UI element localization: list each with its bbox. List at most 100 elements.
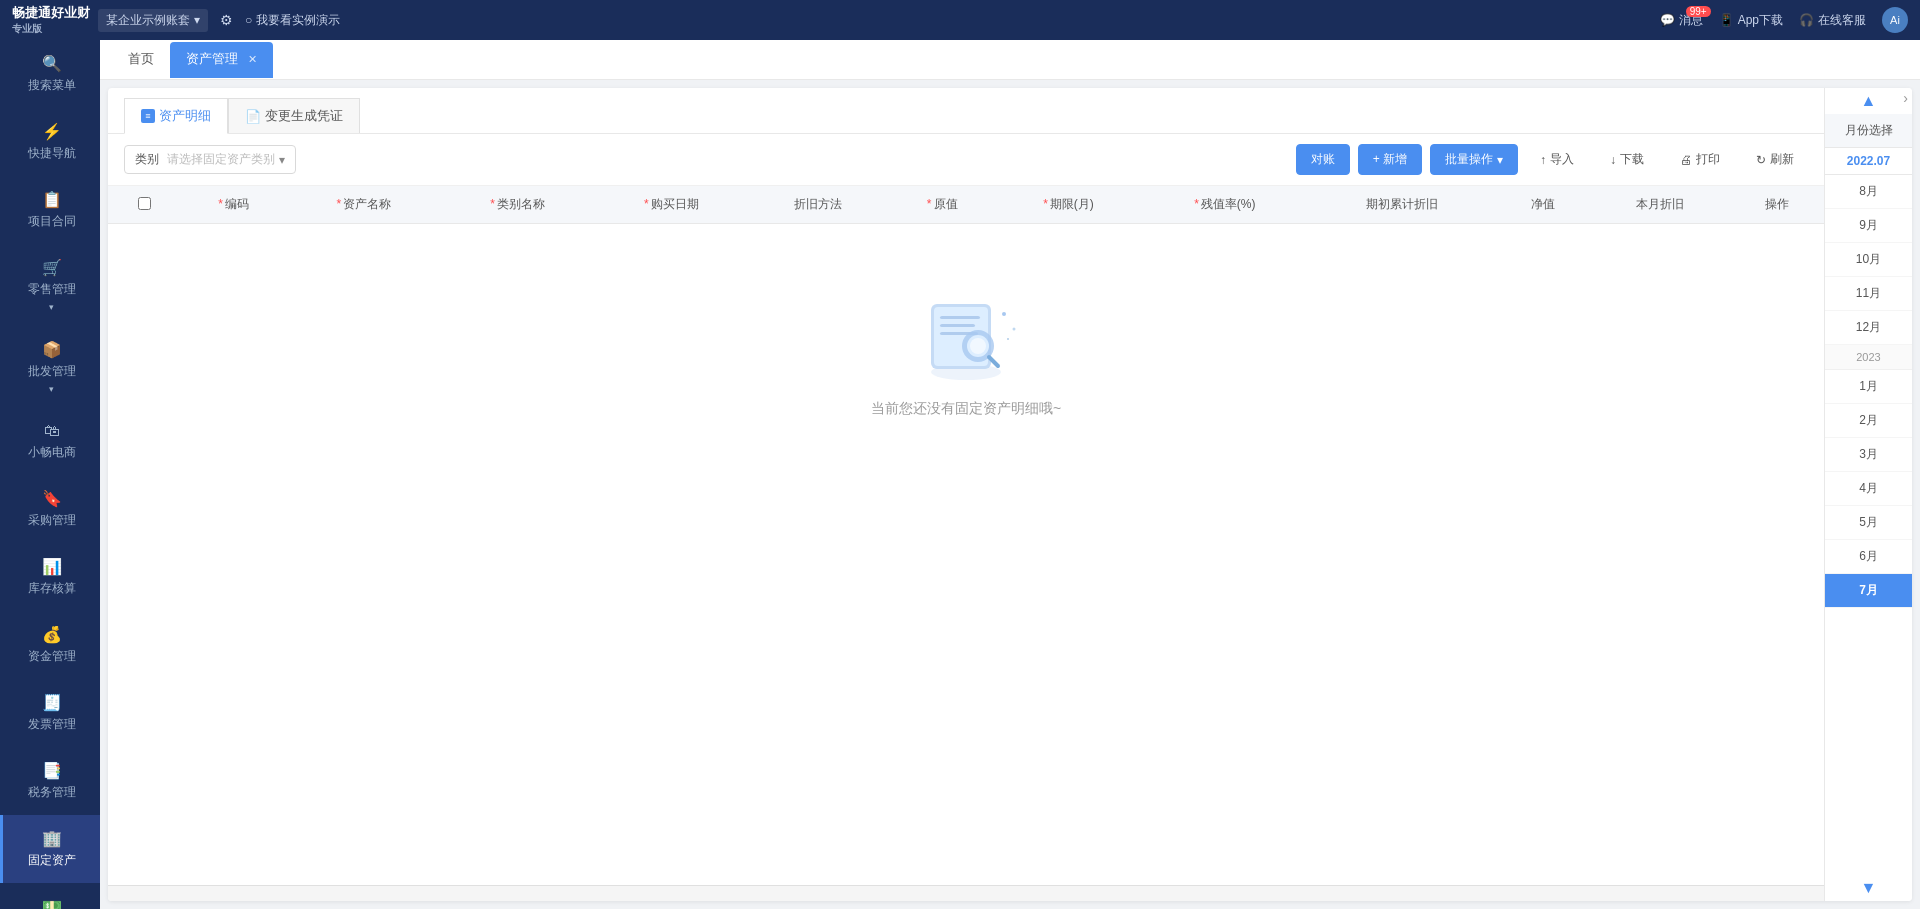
svg-rect-4 bbox=[940, 324, 975, 327]
import-label: 导入 bbox=[1550, 151, 1574, 168]
sidebar-item-inventory[interactable]: 📊 库存核算 bbox=[0, 543, 100, 611]
import-icon: ↑ bbox=[1540, 153, 1546, 167]
month-panel-up-arrow[interactable]: ▲ bbox=[1825, 88, 1912, 114]
ecommerce-icon: 🛍 bbox=[44, 422, 60, 440]
col-original-value: *原值 bbox=[889, 186, 996, 224]
settings-icon[interactable]: ⚙ bbox=[216, 8, 237, 32]
asset-detail-icon: ≡ bbox=[141, 109, 155, 123]
print-icon: 🖨 bbox=[1680, 153, 1692, 167]
sidebar-item-label: 发票管理 bbox=[28, 716, 76, 733]
filter-label: 类别 bbox=[135, 151, 159, 168]
tab-home-label: 首页 bbox=[128, 51, 154, 66]
sidebar-item-ecommerce[interactable]: 🛍 小畅电商 bbox=[0, 408, 100, 475]
batch-ops-label: 批量操作 bbox=[1445, 151, 1493, 168]
month-item-2022-12[interactable]: 12月 bbox=[1825, 311, 1912, 345]
avatar[interactable]: Ai bbox=[1882, 7, 1908, 33]
page-content: ≡ 资产明细 📄 变更生成凭证 类别 请选择固定资产类别 ▾ bbox=[108, 88, 1912, 901]
sidebar-item-label: 小畅电商 bbox=[28, 444, 76, 461]
message-icon: 💬 bbox=[1660, 13, 1675, 27]
sidebar-item-salary[interactable]: 💵 工资 bbox=[0, 883, 100, 909]
top-bar: 畅捷通好业财 专业版 某企业示例账套 ▾ ⚙ ○ 我要看实例演示 💬 消息 99… bbox=[0, 0, 1920, 40]
arrow-icon: ▾ bbox=[49, 384, 54, 394]
salary-icon: 💵 bbox=[42, 897, 62, 909]
year-divider-2023: 2023 bbox=[1825, 345, 1912, 370]
month-panel-collapse-button[interactable]: › bbox=[1903, 90, 1908, 106]
online-service-button[interactable]: 🎧 在线客服 bbox=[1799, 12, 1866, 29]
tab-home[interactable]: 首页 bbox=[112, 42, 170, 78]
online-service-label: 在线客服 bbox=[1818, 12, 1866, 29]
brand-name: 畅捷通好业财 bbox=[12, 4, 90, 22]
col-dep-method: 折旧方法 bbox=[748, 186, 889, 224]
sidebar-item-label: 快捷导航 bbox=[28, 145, 76, 162]
sidebar-item-invoice[interactable]: 🧾 发票管理 bbox=[0, 679, 100, 747]
app-icon: 📱 bbox=[1719, 13, 1734, 27]
month-item-2023-03[interactable]: 3月 bbox=[1825, 438, 1912, 472]
table-container: *编码 *资产名称 *类别名称 *购买日期 折旧方法 *原值 *期限(月) *残… bbox=[108, 186, 1824, 885]
sidebar: 🔍 搜索菜单 ⚡ 快捷导航 📋 项目合同 🛒 零售管理 ▾ 📦 批发管理 ▾ 🛍… bbox=[0, 40, 100, 909]
sidebar-item-label: 零售管理 bbox=[28, 281, 76, 298]
month-item-2022-11[interactable]: 11月 bbox=[1825, 277, 1912, 311]
asset-table: *编码 *资产名称 *类别名称 *购买日期 折旧方法 *原值 *期限(月) *残… bbox=[108, 186, 1824, 224]
brand: 畅捷通好业财 专业版 bbox=[12, 4, 90, 36]
filter-placeholder: 请选择固定资产类别 bbox=[167, 151, 275, 168]
month-item-2023-04[interactable]: 4月 bbox=[1825, 472, 1912, 506]
sidebar-item-quick-nav[interactable]: ⚡ 快捷导航 bbox=[0, 108, 100, 176]
sidebar-item-wholesale[interactable]: 📦 批发管理 ▾ bbox=[0, 326, 100, 408]
col-name: *资产名称 bbox=[287, 186, 441, 224]
col-checkbox bbox=[108, 186, 180, 224]
message-badge: 99+ bbox=[1686, 6, 1711, 17]
print-button[interactable]: 🖨 打印 bbox=[1666, 145, 1734, 174]
import-button[interactable]: ↑ 导入 bbox=[1526, 145, 1588, 174]
tab-asset-mgmt[interactable]: 资产管理 ✕ bbox=[170, 42, 273, 78]
month-item-2023-05[interactable]: 5月 bbox=[1825, 506, 1912, 540]
bottom-scroll-bar[interactable] bbox=[108, 885, 1824, 901]
month-item-2023-01[interactable]: 1月 bbox=[1825, 370, 1912, 404]
reconcile-button[interactable]: 对账 bbox=[1296, 144, 1350, 175]
col-acc-depreciation: 期初累计折旧 bbox=[1308, 186, 1496, 224]
tab-close-icon[interactable]: ✕ bbox=[248, 53, 257, 65]
month-item-2022-08[interactable]: 8月 bbox=[1825, 175, 1912, 209]
sub-tab-asset-detail[interactable]: ≡ 资产明细 bbox=[124, 98, 228, 134]
empty-text: 当前您还没有固定资产明细哦~ bbox=[871, 400, 1061, 418]
col-net-value: 净值 bbox=[1496, 186, 1590, 224]
refresh-button[interactable]: ↻ 刷新 bbox=[1742, 145, 1808, 174]
col-code: *编码 bbox=[180, 186, 287, 224]
month-list: 8月 9月 10月 11月 12月 2023 1月 2月 3月 4月 5月 6月… bbox=[1825, 175, 1912, 875]
brand-sub: 专业版 bbox=[12, 22, 90, 36]
month-panel-down-arrow[interactable]: ▼ bbox=[1825, 875, 1912, 901]
col-monthly-dep: 本月折旧 bbox=[1589, 186, 1730, 224]
batch-ops-button[interactable]: 批量操作 ▾ bbox=[1430, 144, 1518, 175]
sidebar-item-fixed-assets[interactable]: 🏢 固定资产 bbox=[0, 815, 100, 883]
app-download-button[interactable]: 📱 App下载 bbox=[1719, 12, 1783, 29]
sidebar-item-tax[interactable]: 📑 税务管理 bbox=[0, 747, 100, 815]
sidebar-item-retail[interactable]: 🛒 零售管理 ▾ bbox=[0, 244, 100, 326]
add-new-button[interactable]: + 新增 bbox=[1358, 144, 1422, 175]
sidebar-item-search[interactable]: 🔍 搜索菜单 bbox=[0, 40, 100, 108]
sidebar-item-finance[interactable]: 💰 资金管理 bbox=[0, 611, 100, 679]
sub-tab-change-voucher[interactable]: 📄 变更生成凭证 bbox=[228, 98, 360, 133]
sidebar-item-project[interactable]: 📋 项目合同 bbox=[0, 176, 100, 244]
month-item-2022-10[interactable]: 10月 bbox=[1825, 243, 1912, 277]
month-item-2023-07[interactable]: 7月 bbox=[1825, 574, 1912, 608]
reconcile-label: 对账 bbox=[1311, 151, 1335, 168]
select-all-checkbox[interactable] bbox=[138, 197, 151, 210]
sidebar-item-label: 税务管理 bbox=[28, 784, 76, 801]
fixed-assets-icon: 🏢 bbox=[42, 829, 62, 848]
month-item-2023-02[interactable]: 2月 bbox=[1825, 404, 1912, 438]
messages-button[interactable]: 💬 消息 99+ bbox=[1660, 12, 1703, 29]
sidebar-item-label: 库存核算 bbox=[28, 580, 76, 597]
company-selector[interactable]: 某企业示例账套 ▾ bbox=[98, 9, 208, 32]
month-item-2022-09[interactable]: 9月 bbox=[1825, 209, 1912, 243]
quick-nav-icon: ⚡ bbox=[42, 122, 62, 141]
month-item-2023-06[interactable]: 6月 bbox=[1825, 540, 1912, 574]
download-button[interactable]: ↓ 下载 bbox=[1596, 145, 1658, 174]
sidebar-item-purchase[interactable]: 🔖 采购管理 bbox=[0, 475, 100, 543]
empty-illustration bbox=[906, 284, 1026, 384]
demo-link[interactable]: ○ 我要看实例演示 bbox=[245, 12, 340, 29]
empty-state: 当前您还没有固定资产明细哦~ bbox=[108, 224, 1824, 478]
sub-tab-asset-detail-label: 资产明细 bbox=[159, 107, 211, 125]
wholesale-icon: 📦 bbox=[42, 340, 62, 359]
svg-point-11 bbox=[1013, 328, 1016, 331]
category-filter[interactable]: 类别 请选择固定资产类别 ▾ bbox=[124, 145, 296, 174]
month-panel-header: 月份选择 bbox=[1825, 114, 1912, 148]
